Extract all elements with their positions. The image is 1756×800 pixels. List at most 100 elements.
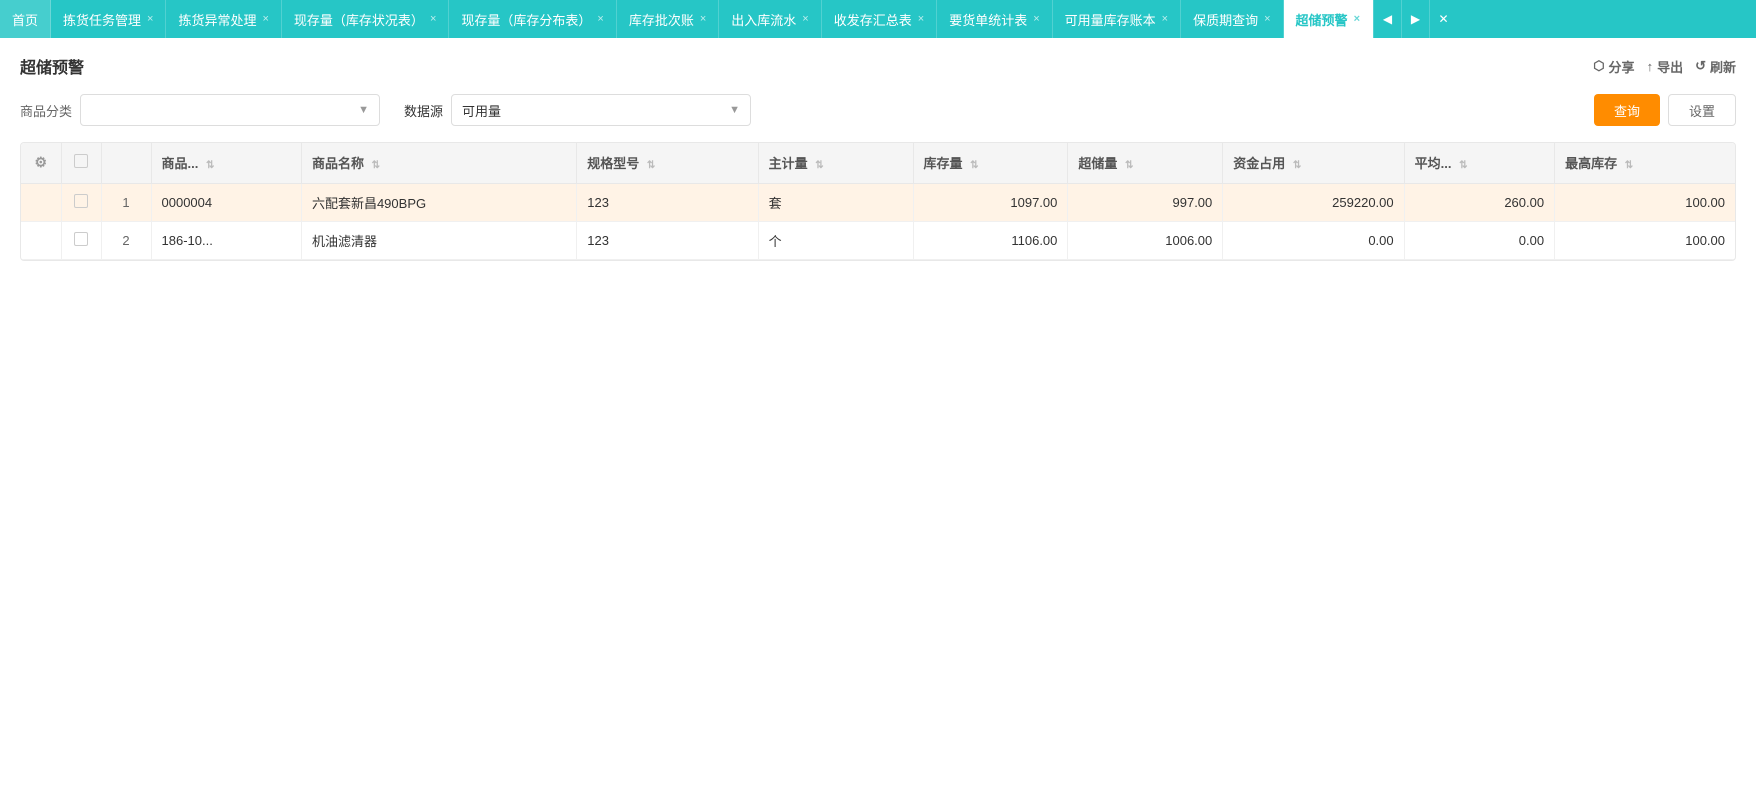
sort-spec-icon: ⇅ [647,160,655,171]
table-header-row: ⚙ 商品... ⇅ 商品名称 ⇅ 规格型号 [21,143,1735,183]
row-checkbox[interactable] [74,194,88,208]
nav-close-exception[interactable]: × [262,13,268,25]
nav-item-summary[interactable]: 收发存汇总表 × [822,0,937,38]
nav-close-overstock[interactable]: × [1354,13,1360,25]
nav-label-order-stat: 要货单统计表 [949,10,1027,29]
nav-item-available[interactable]: 可用量库存账本 × [1053,0,1181,38]
row-code: 186-10... [151,221,301,259]
sort-avg-icon: ⇅ [1459,160,1467,171]
row-name: 六配套新昌490BPG [301,183,576,221]
nav-next-arrow[interactable]: ▶ [1401,0,1429,38]
nav-close-flow[interactable]: × [802,13,808,25]
col-code-header[interactable]: 商品... ⇅ [151,143,301,183]
nav-more-arrow[interactable]: ✕ [1429,0,1457,38]
nav-label-exception: 拣货异常处理 [178,10,256,29]
refresh-label: 刷新 [1710,57,1736,76]
row-capital: 259220.00 [1223,183,1404,221]
row-gear [21,221,61,259]
nav-item-order-stat[interactable]: 要货单统计表 × [937,0,1052,38]
table-row: 2 186-10... 机油滤清器 123 个 1106.00 1006.00 … [21,221,1735,259]
nav-item-batch[interactable]: 库存批次账 × [617,0,719,38]
nav-label-overstock: 超储预警 [1296,10,1348,29]
top-navigation: 首页 拣货任务管理 × 拣货异常处理 × 现存量（库存状况表） × 现存量（库存… [0,0,1756,38]
nav-item-task[interactable]: 拣货任务管理 × [51,0,166,38]
share-action[interactable]: ⬡ 分享 [1593,57,1634,76]
sort-max-icon: ⇅ [1625,160,1633,171]
nav-item-home[interactable]: 首页 [0,0,51,38]
title-actions: ⬡ 分享 ↑ 导出 ↺ 刷新 [1593,57,1736,76]
col-spec-header[interactable]: 规格型号 ⇅ [577,143,758,183]
share-icon: ⬡ [1593,58,1604,74]
table-body: 1 0000004 六配套新昌490BPG 123 套 1097.00 997.… [21,183,1735,259]
nav-close-summary[interactable]: × [918,13,924,25]
category-select[interactable]: ▼ [80,94,380,126]
nav-item-quality[interactable]: 保质期查询 × [1181,0,1283,38]
export-action[interactable]: ↑ 导出 [1647,57,1684,76]
nav-close-task[interactable]: × [147,13,153,25]
nav-close-stock-dist[interactable]: × [597,13,603,25]
category-label: 商品分类 [20,101,72,120]
setting-button[interactable]: 设置 [1668,94,1736,126]
nav-label-quality: 保质期查询 [1193,10,1258,29]
row-spec: 123 [577,183,758,221]
row-name: 机油滤清器 [301,221,576,259]
col-gear: ⚙ [21,143,61,183]
nav-close-quality[interactable]: × [1264,13,1270,25]
row-unit: 套 [758,183,913,221]
nav-label-summary: 收发存汇总表 [834,10,912,29]
col-name-header[interactable]: 商品名称 ⇅ [301,143,576,183]
col-check-header [61,143,101,183]
page-title: 超储预警 [20,54,84,78]
col-index-header [101,143,151,183]
nav-label-stock-status: 现存量（库存状况表） [294,10,424,29]
nav-prev-arrow[interactable]: ◀ [1373,0,1401,38]
datasource-chevron-icon: ▼ [729,104,740,116]
row-stock: 1106.00 [913,221,1068,259]
row-max: 100.00 [1555,183,1735,221]
sort-unit-icon: ⇅ [815,160,823,171]
sort-name-icon: ⇅ [372,160,380,171]
row-index: 2 [101,221,151,259]
row-index: 1 [101,183,151,221]
data-table: ⚙ 商品... ⇅ 商品名称 ⇅ 规格型号 [21,143,1735,260]
row-checkbox-cell [61,221,101,259]
category-chevron-icon: ▼ [358,104,369,116]
nav-item-stock-status[interactable]: 现存量（库存状况表） × [282,0,449,38]
row-checkbox-cell [61,183,101,221]
data-table-container: ⚙ 商品... ⇅ 商品名称 ⇅ 规格型号 [20,142,1736,261]
row-stock: 1097.00 [913,183,1068,221]
row-unit: 个 [758,221,913,259]
datasource-select[interactable]: 可用量 ▼ [451,94,751,126]
nav-item-flow[interactable]: 出入库流水 × [719,0,821,38]
query-button[interactable]: 查询 [1594,94,1660,126]
nav-close-available[interactable]: × [1162,13,1168,25]
col-max-header[interactable]: 最高库存 ⇅ [1555,143,1735,183]
export-label: 导出 [1657,57,1683,76]
refresh-action[interactable]: ↺ 刷新 [1695,57,1736,76]
row-max: 100.00 [1555,221,1735,259]
nav-item-stock-dist[interactable]: 现存量（库存分布表） × [449,0,616,38]
row-code: 0000004 [151,183,301,221]
page-content: 超储预警 ⬡ 分享 ↑ 导出 ↺ 刷新 商品分类 ▼ 数据源 [0,38,1756,277]
col-avg-header[interactable]: 平均... ⇅ [1404,143,1554,183]
nav-close-order-stat[interactable]: × [1033,13,1039,25]
gear-icon[interactable]: ⚙ [34,154,47,170]
sort-stock-icon: ⇅ [970,160,978,171]
sort-code-icon: ⇅ [206,160,214,171]
col-stock-header[interactable]: 库存量 ⇅ [913,143,1068,183]
nav-close-batch[interactable]: × [700,13,706,25]
nav-item-exception[interactable]: 拣货异常处理 × [166,0,281,38]
nav-close-stock-status[interactable]: × [430,13,436,25]
col-over-header[interactable]: 超储量 ⇅ [1068,143,1223,183]
datasource-filter: 数据源 可用量 ▼ [404,94,751,126]
page-header: 超储预警 ⬡ 分享 ↑ 导出 ↺ 刷新 [20,54,1736,78]
datasource-select-value: 可用量 [462,101,501,120]
datasource-label: 数据源 [404,101,443,120]
nav-item-overstock[interactable]: 超储预警 × [1284,0,1373,38]
col-unit-header[interactable]: 主计量 ⇅ [758,143,913,183]
header-checkbox[interactable] [74,154,88,168]
row-checkbox[interactable] [74,232,88,246]
filter-buttons: 查询 设置 [1594,94,1736,126]
col-capital-header[interactable]: 资金占用 ⇅ [1223,143,1404,183]
table-row: 1 0000004 六配套新昌490BPG 123 套 1097.00 997.… [21,183,1735,221]
